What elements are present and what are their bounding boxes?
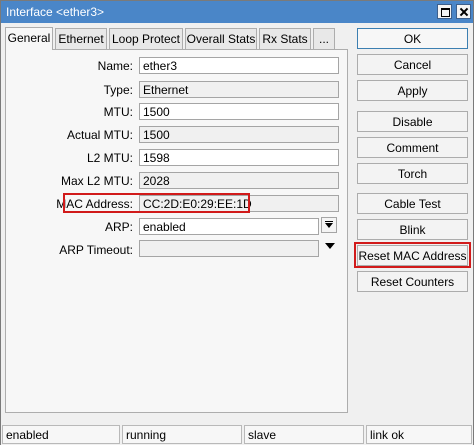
status-link-ok: link ok — [366, 425, 472, 444]
arp-timeout-label: ARP Timeout: — [59, 243, 133, 257]
status-slave: slave — [244, 425, 364, 444]
type-label: Type: — [103, 83, 133, 97]
apply-button[interactable]: Apply — [357, 80, 468, 101]
actual-mtu-field: 1500 — [139, 126, 339, 143]
mtu-label: MTU: — [103, 105, 133, 119]
close-icon[interactable] — [456, 4, 471, 19]
restore-icon[interactable] — [437, 4, 452, 19]
status-enabled: enabled — [2, 425, 120, 444]
cable-test-button[interactable]: Cable Test — [357, 193, 468, 214]
arp-select[interactable]: enabled — [139, 218, 319, 235]
l2-mtu-field[interactable]: 1598 — [139, 149, 339, 166]
tab-rx-stats[interactable]: Rx Stats — [259, 28, 311, 49]
mtu-field[interactable]: 1500 — [139, 103, 339, 120]
tab-general[interactable]: General — [5, 27, 53, 50]
actual-mtu-label: Actual MTU: — [66, 128, 133, 142]
mac-address-highlight — [63, 193, 250, 213]
status-bar: enabled running slave link ok — [1, 424, 473, 445]
cancel-button[interactable]: Cancel — [357, 54, 468, 75]
type-field: Ethernet — [139, 81, 339, 98]
max-l2-mtu-label: Max L2 MTU: — [60, 174, 133, 188]
tab-more[interactable]: ... — [313, 28, 335, 49]
l2-mtu-label: L2 MTU: — [86, 151, 133, 165]
disable-button[interactable]: Disable — [357, 111, 468, 132]
max-l2-mtu-field: 2028 — [139, 172, 339, 189]
arp-dropdown-icon[interactable] — [321, 217, 337, 233]
name-label: Name: — [97, 59, 133, 73]
tab-overall-stats[interactable]: Overall Stats — [185, 28, 257, 49]
tab-loop-protect[interactable]: Loop Protect — [109, 28, 183, 49]
torch-button[interactable]: Torch — [357, 163, 468, 184]
arp-timeout-dropdown-icon[interactable] — [325, 243, 335, 249]
reset-mac-highlight — [354, 242, 471, 268]
window-title: Interface <ether3> — [6, 5, 105, 19]
blink-button[interactable]: Blink — [357, 219, 468, 240]
interface-window: Interface <ether3> General Ethernet Loop… — [0, 0, 474, 445]
tab-ethernet[interactable]: Ethernet — [55, 28, 107, 49]
reset-counters-button[interactable]: Reset Counters — [357, 271, 468, 292]
arp-label: ARP: — [104, 220, 133, 234]
status-running: running — [122, 425, 242, 444]
comment-button[interactable]: Comment — [357, 137, 468, 158]
name-field[interactable]: ether3 — [139, 57, 339, 74]
arp-timeout-field[interactable] — [139, 240, 319, 257]
ok-button[interactable]: OK — [357, 28, 468, 49]
title-bar[interactable]: Interface <ether3> — [1, 1, 473, 23]
